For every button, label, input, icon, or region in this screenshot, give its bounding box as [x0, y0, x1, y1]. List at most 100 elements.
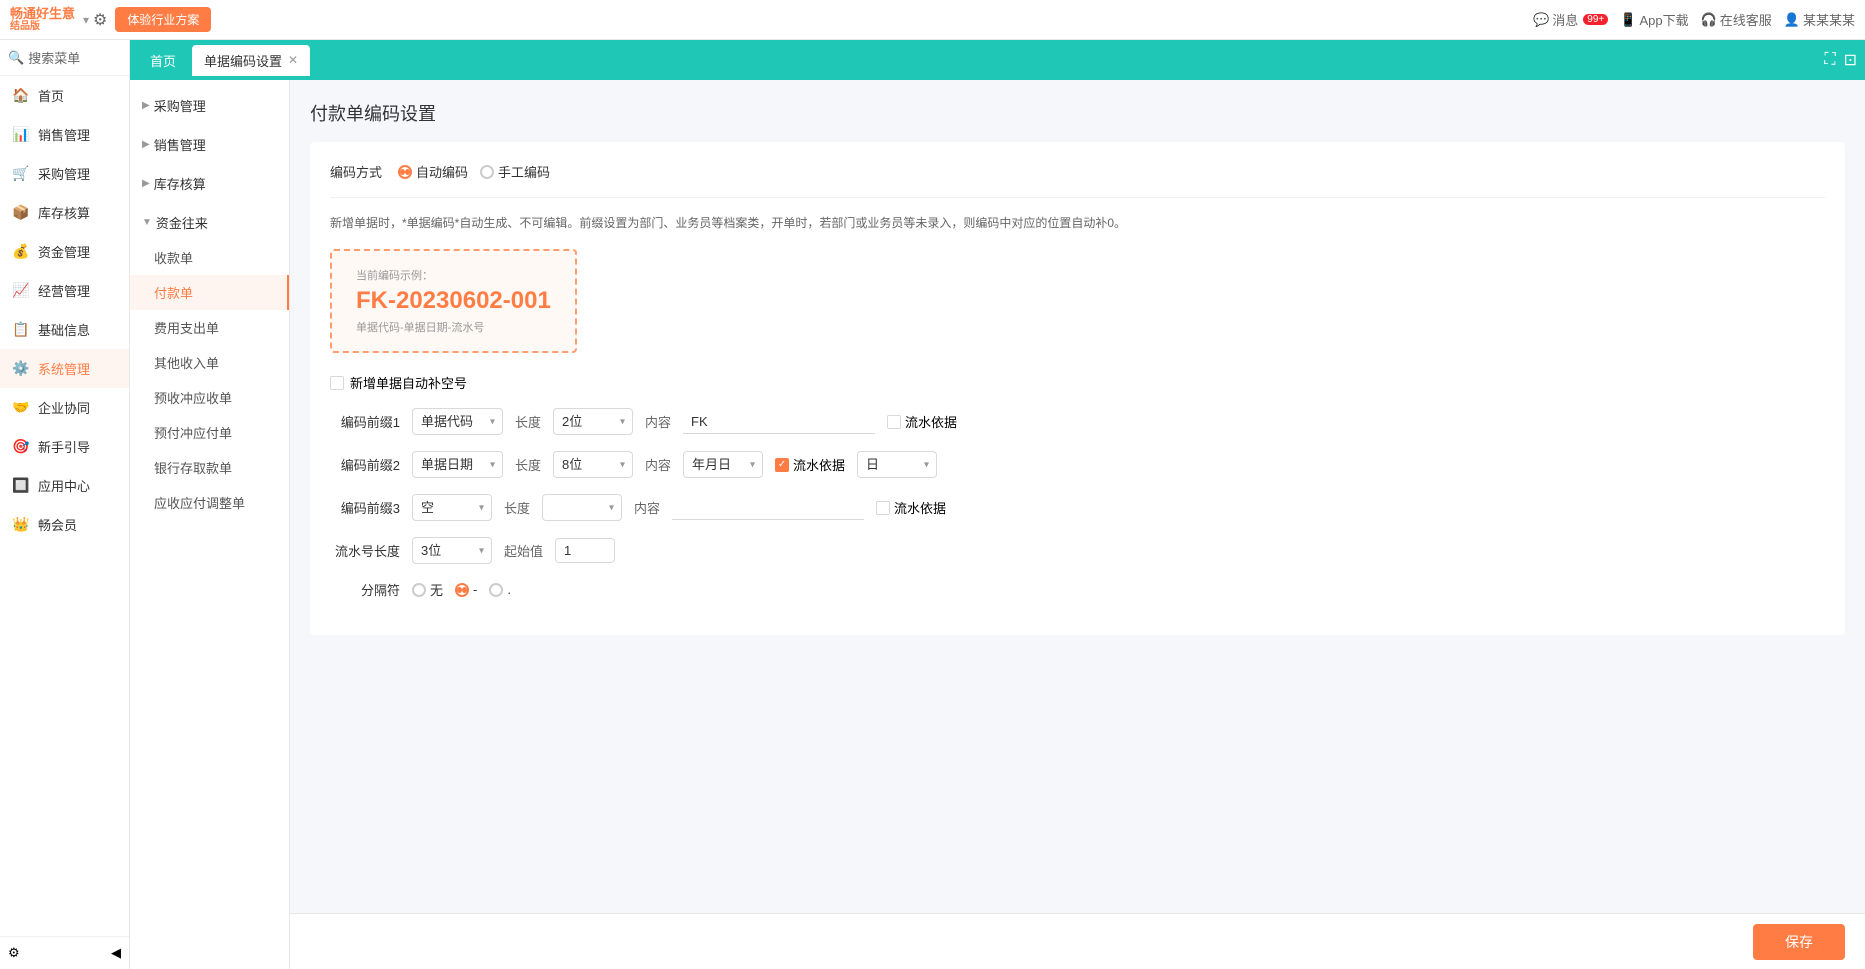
sec-item-expense[interactable]: 费用支出单	[130, 310, 289, 345]
bottom-bar: 保存	[290, 913, 1865, 969]
serial-length-select[interactable]: 3位	[412, 537, 492, 564]
info-text: 新增单据时，*单据编码*自动生成、不可编辑。前缀设置为部门、业务员等档案类，开单…	[330, 214, 1825, 233]
sidebar-item-inventory[interactable]: 📦 库存核算	[0, 193, 129, 232]
settings-icon[interactable]: ⚙	[93, 10, 107, 30]
trial-button[interactable]: 体验行业方案	[115, 7, 211, 32]
tab-close-icon[interactable]: ✕	[288, 53, 298, 67]
settings-card: 编码方式 自动编码 手工编码	[310, 142, 1845, 635]
sec-group-sales-header[interactable]: ▶ 销售管理	[130, 127, 289, 162]
message-item[interactable]: 💬 消息 99+	[1533, 10, 1608, 29]
sidebar-bottom: ⚙ ◀	[0, 936, 129, 969]
tab-minimize-icon[interactable]: ⛶	[1824, 51, 1835, 69]
prefix3-serial-checkbox[interactable]	[876, 501, 890, 515]
sec-item-receipt[interactable]: 收款单	[130, 240, 289, 275]
tab-home[interactable]: 首页	[138, 45, 188, 76]
main-layout: 🔍 搜索菜单 🏠 首页 📊 销售管理 🛒 采购管理 📦 库存核算 💰	[0, 40, 1865, 969]
auto-fill-label: 新增单据自动补空号	[350, 373, 467, 392]
sidebar-menu: 🏠 首页 📊 销售管理 🛒 采购管理 📦 库存核算 💰 资金管理 📈 经	[0, 76, 129, 936]
settings-bottom-icon[interactable]: ⚙	[8, 945, 20, 961]
system-icon: ⚙️	[12, 360, 30, 378]
prefix1-select-wrapper: 单据代码 ▾	[412, 408, 503, 435]
prefix1-length-wrapper: 2位 ▾	[553, 408, 633, 435]
prefix2-serial-checkbox[interactable]: ✓	[775, 458, 789, 472]
prefix1-content-input	[683, 410, 875, 434]
sidebar-item-apps[interactable]: 🔲 应用中心	[0, 466, 129, 505]
prefix1-serial-checkbox[interactable]	[887, 415, 901, 429]
manual-encode-dot	[480, 165, 494, 179]
sidebar-item-enterprise[interactable]: 🤝 企业协同	[0, 388, 129, 427]
sidebar-item-member[interactable]: 👑 畅会员	[0, 505, 129, 544]
prefix2-content-select[interactable]: 年月日	[683, 451, 763, 478]
sep-dot-dot	[489, 583, 503, 597]
sidebar-item-finance[interactable]: 💰 资金管理	[0, 232, 129, 271]
user-item[interactable]: 👤 某某某某	[1784, 10, 1855, 29]
sec-item-payment[interactable]: 付款单	[130, 275, 289, 310]
prefix1-serial-check: 流水依据	[887, 412, 957, 431]
online-service-item[interactable]: 🎧 在线客服	[1701, 10, 1772, 29]
serial-start-input[interactable]	[555, 538, 615, 563]
top-bar-left: 畅通好生意 结品版 ▾ ⚙ 体验行业方案	[10, 6, 211, 34]
prefix2-select[interactable]: 单据日期	[412, 451, 503, 478]
nav-arrow[interactable]: ▾	[83, 13, 89, 27]
basic-icon: 📋	[12, 321, 30, 339]
download-icon: 📱	[1620, 12, 1636, 28]
sec-group-fund-header[interactable]: ▼ 资金往来	[130, 205, 289, 240]
auto-fill-checkbox[interactable]	[330, 376, 344, 390]
member-icon: 👑	[12, 516, 30, 534]
auto-encode-radio[interactable]: 自动编码	[398, 162, 468, 181]
preview-label: 当前编码示例：	[356, 267, 551, 283]
search-icon: 🔍	[8, 50, 24, 66]
manual-encode-radio[interactable]: 手工编码	[480, 162, 550, 181]
prefix1-label: 编码前缀1	[330, 412, 400, 431]
sec-item-pre-receipt[interactable]: 预收冲应收单	[130, 380, 289, 415]
serial-length-wrapper: 3位 ▾	[412, 537, 492, 564]
sec-group-inventory-header[interactable]: ▶ 库存核算	[130, 166, 289, 201]
encoding-mode-row: 编码方式 自动编码 手工编码	[330, 162, 1825, 198]
prefix1-select[interactable]: 单据代码	[412, 408, 503, 435]
prefix2-length-wrapper: 8位 ▾	[553, 451, 633, 478]
sec-item-other-income[interactable]: 其他收入单	[130, 345, 289, 380]
home-icon: 🏠	[12, 87, 30, 105]
encoding-mode-label: 编码方式	[330, 162, 382, 181]
prefix3-select[interactable]: 空	[412, 494, 492, 521]
prefix3-serial-label: 流水依据	[894, 498, 946, 517]
sidebar-search[interactable]: 🔍 搜索菜单	[0, 40, 129, 76]
prefix3-row: 编码前缀3 空 ▾ 长度	[330, 494, 1825, 521]
prefix2-serial-check: ✓ 流水依据	[775, 455, 845, 474]
prefix1-serial-label: 流水依据	[905, 412, 957, 431]
prefix1-length-select[interactable]: 2位	[553, 408, 633, 435]
sidebar-item-guide[interactable]: 🎯 新手引导	[0, 427, 129, 466]
encoding-mode-radio-group: 自动编码 手工编码	[398, 162, 550, 181]
prefix2-label: 编码前缀2	[330, 455, 400, 474]
prefix3-label: 编码前缀3	[330, 498, 400, 517]
sec-item-adjustment[interactable]: 应收应付调整单	[130, 485, 289, 520]
sec-group-fund: ▼ 资金往来 收款单 付款单 费用支出单 其他收入单 预收冲应收单 预付冲应付单…	[130, 205, 289, 520]
save-button[interactable]: 保存	[1753, 924, 1845, 960]
prefix3-select-wrapper: 空 ▾	[412, 494, 492, 521]
sep-dot-radio[interactable]: .	[489, 582, 511, 597]
prefix3-length-select[interactable]	[542, 494, 622, 521]
prefix3-content-input	[672, 496, 864, 520]
tab-expand-icon[interactable]: ⊡	[1844, 50, 1857, 70]
sec-item-bank[interactable]: 银行存取款单	[130, 450, 289, 485]
prefix2-length-select[interactable]: 8位	[553, 451, 633, 478]
sec-item-pre-payment[interactable]: 预付冲应付单	[130, 415, 289, 450]
prefix2-unit-select[interactable]: 日	[857, 451, 937, 478]
prefix3-length-wrapper: ▾	[542, 494, 622, 521]
sidebar-item-home[interactable]: 🏠 首页	[0, 76, 129, 115]
prefix2-content-wrapper: 年月日 ▾	[683, 451, 763, 478]
sidebar-item-operation[interactable]: 📈 经营管理	[0, 271, 129, 310]
prefix2-select-wrapper: 单据日期 ▾	[412, 451, 503, 478]
sidebar-item-sales[interactable]: 📊 销售管理	[0, 115, 129, 154]
separator-radio-group: 无 - .	[412, 580, 511, 599]
tab-encoding-settings[interactable]: 单据编码设置 ✕	[192, 45, 310, 76]
chevron-right-icon: ▶	[142, 178, 150, 189]
sidebar-item-system[interactable]: ⚙️ 系统管理	[0, 349, 129, 388]
sidebar-item-purchase[interactable]: 🛒 采购管理	[0, 154, 129, 193]
sep-dash-radio[interactable]: -	[455, 582, 477, 597]
sep-none-radio[interactable]: 无	[412, 580, 443, 599]
sec-group-purchase-header[interactable]: ▶ 采购管理	[130, 88, 289, 123]
sidebar-item-basic[interactable]: 📋 基础信息	[0, 310, 129, 349]
app-download-item[interactable]: 📱 App下载	[1620, 10, 1688, 29]
collapse-icon[interactable]: ◀	[111, 945, 121, 961]
